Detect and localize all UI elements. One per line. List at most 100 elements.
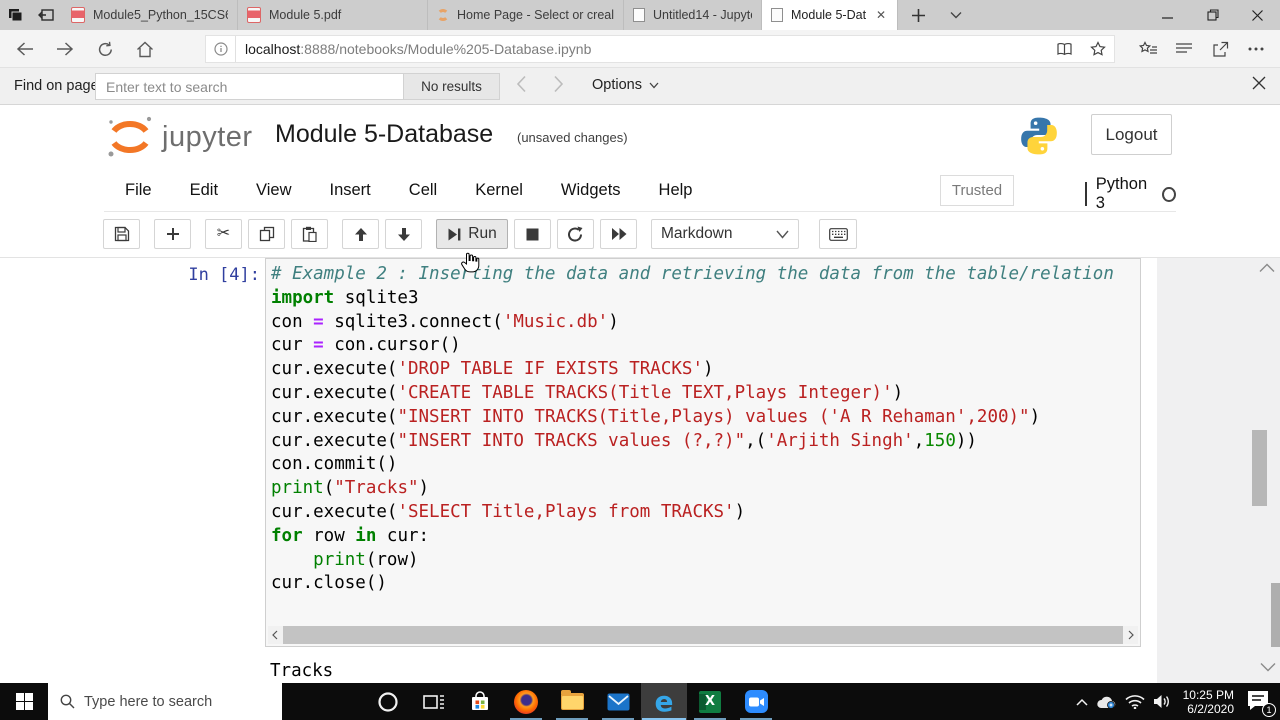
code-line[interactable]: print(row) (271, 549, 1140, 573)
new-tab-button[interactable] (898, 0, 938, 30)
code-line[interactable]: cur = con.cursor() (271, 334, 1140, 358)
window-minimize-button[interactable] (1145, 0, 1190, 30)
restart-run-all-button[interactable] (600, 219, 637, 249)
find-close-button[interactable] (1252, 76, 1266, 90)
menu-cell[interactable]: Cell (390, 181, 456, 200)
firefox-button[interactable] (503, 683, 549, 720)
window-close-button[interactable] (1235, 0, 1280, 30)
action-center-button[interactable]: 1 (1246, 690, 1272, 714)
browser-tab[interactable]: Module 5-Database - Ju✕ (762, 0, 898, 30)
forward-button[interactable] (48, 34, 82, 64)
reading-list-button[interactable] (1166, 34, 1202, 64)
keyboard-icon (829, 228, 848, 241)
notebook-icon (771, 8, 783, 22)
cell-type-dropdown[interactable]: Markdown (651, 219, 799, 249)
scroll-up-arrow[interactable] (1259, 263, 1275, 273)
move-cell-up-button[interactable] (342, 219, 379, 249)
browser-tab[interactable]: Untitled14 - Jupyter Notebc (624, 0, 762, 30)
reading-view-button[interactable] (1048, 36, 1081, 62)
copy-cell-button[interactable] (248, 219, 285, 249)
find-input[interactable] (95, 73, 403, 100)
command-palette-button[interactable] (819, 219, 857, 249)
code-area[interactable]: # Example 2 : Inserting the data and ret… (266, 259, 1140, 596)
notebook-title[interactable]: Module 5-Database (275, 120, 493, 149)
wifi-icon[interactable] (1125, 695, 1145, 709)
code-line[interactable]: con.commit() (271, 453, 1140, 477)
tray-show-hidden-button[interactable] (1076, 698, 1088, 706)
browser-tab[interactable]: Module5_Python_15CS664- (62, 0, 238, 30)
code-line[interactable]: cur.execute("INSERT INTO TRACKS values (… (271, 430, 1140, 454)
jupyter-logo[interactable]: jupyter (104, 114, 253, 160)
onedrive-icon[interactable] (1096, 695, 1117, 709)
paste-cell-button[interactable] (291, 219, 328, 249)
back-button[interactable] (8, 34, 42, 64)
interrupt-kernel-button[interactable] (514, 219, 551, 249)
logout-button[interactable]: Logout (1091, 114, 1172, 155)
menu-kernel[interactable]: Kernel (456, 181, 542, 200)
code-line[interactable]: con = sqlite3.connect('Music.db') (271, 311, 1140, 335)
stop-icon (526, 228, 539, 241)
inner-scrollbar-thumb[interactable] (1252, 430, 1267, 506)
cortana-button[interactable] (365, 683, 411, 720)
microsoft-store-button[interactable] (457, 683, 503, 720)
outer-scrollbar-thumb[interactable] (1271, 583, 1280, 647)
excel-button[interactable]: X (687, 683, 733, 720)
move-cell-down-button[interactable] (385, 219, 422, 249)
menu-edit[interactable]: Edit (171, 181, 237, 200)
cut-cell-button[interactable]: ✂ (205, 219, 242, 249)
trusted-button[interactable]: Trusted (940, 175, 1014, 206)
find-next-button[interactable] (553, 75, 564, 93)
code-line[interactable]: cur.execute('DROP TABLE IF EXISTS TRACKS… (271, 358, 1140, 382)
browser-tab[interactable]: Home Page - Select or creal (428, 0, 624, 30)
home-button[interactable] (128, 34, 162, 64)
code-line[interactable]: # Example 2 : Inserting the data and ret… (271, 263, 1140, 287)
set-tabs-aside-button[interactable] (0, 0, 31, 30)
code-cell[interactable]: # Example 2 : Inserting the data and ret… (265, 258, 1141, 647)
address-bar[interactable]: localhost:8888/notebooks/Module%205-Data… (205, 35, 1115, 63)
code-line[interactable]: cur.execute('SELECT Title,Plays from TRA… (271, 501, 1140, 525)
hub-favorites-button[interactable] (1130, 34, 1166, 64)
mail-button[interactable] (595, 683, 641, 720)
volume-icon[interactable] (1153, 694, 1171, 709)
more-options-button[interactable] (1238, 34, 1274, 64)
taskbar-clock[interactable]: 10:25 PM 6/2/2020 (1183, 688, 1234, 716)
menu-widgets[interactable]: Widgets (542, 181, 640, 200)
menu-insert[interactable]: Insert (311, 181, 390, 200)
find-previous-button[interactable] (516, 75, 527, 93)
site-info-icon[interactable] (206, 36, 236, 62)
code-line[interactable]: cur.execute("INSERT INTO TRACKS(Title,Pl… (271, 406, 1140, 430)
code-line[interactable]: cur.execute('CREATE TABLE TRACKS(Title T… (271, 382, 1140, 406)
share-icon (1212, 41, 1229, 57)
edge-button[interactable]: e (641, 683, 687, 720)
zoom-button[interactable] (733, 683, 779, 720)
restart-kernel-button[interactable] (557, 219, 594, 249)
scrollbar-thumb[interactable] (283, 626, 1123, 644)
share-button[interactable] (1202, 34, 1238, 64)
code-line[interactable]: cur.close() (271, 572, 1140, 596)
browser-tab[interactable]: Module 5.pdf (238, 0, 428, 30)
code-line[interactable]: print("Tracks") (271, 477, 1140, 501)
scroll-left-arrow[interactable] (268, 630, 282, 640)
task-view-button[interactable] (411, 683, 457, 720)
cell-horizontal-scrollbar[interactable] (268, 626, 1138, 644)
menu-file[interactable]: File (106, 181, 171, 200)
refresh-button[interactable] (88, 34, 122, 64)
code-line[interactable]: import sqlite3 (271, 287, 1140, 311)
scroll-right-arrow[interactable] (1124, 630, 1138, 640)
start-button[interactable] (0, 683, 48, 720)
taskbar-search-box[interactable]: Type here to search (48, 683, 282, 720)
add-cell-button[interactable] (154, 219, 191, 249)
code-line[interactable]: for row in cur: (271, 525, 1140, 549)
menu-help[interactable]: Help (640, 181, 712, 200)
file-explorer-button[interactable] (549, 683, 595, 720)
save-button[interactable] (103, 219, 140, 249)
menu-view[interactable]: View (237, 181, 310, 200)
add-favorite-button[interactable] (1081, 36, 1114, 62)
tab-preview-button[interactable] (31, 0, 62, 30)
tab-close-icon[interactable]: ✕ (874, 8, 888, 22)
tab-list-dropdown-button[interactable] (938, 0, 974, 30)
window-restore-button[interactable] (1190, 0, 1235, 30)
find-options-button[interactable]: Options (592, 77, 659, 93)
run-button[interactable]: Run (436, 219, 508, 249)
scroll-down-arrow[interactable] (1260, 662, 1276, 672)
